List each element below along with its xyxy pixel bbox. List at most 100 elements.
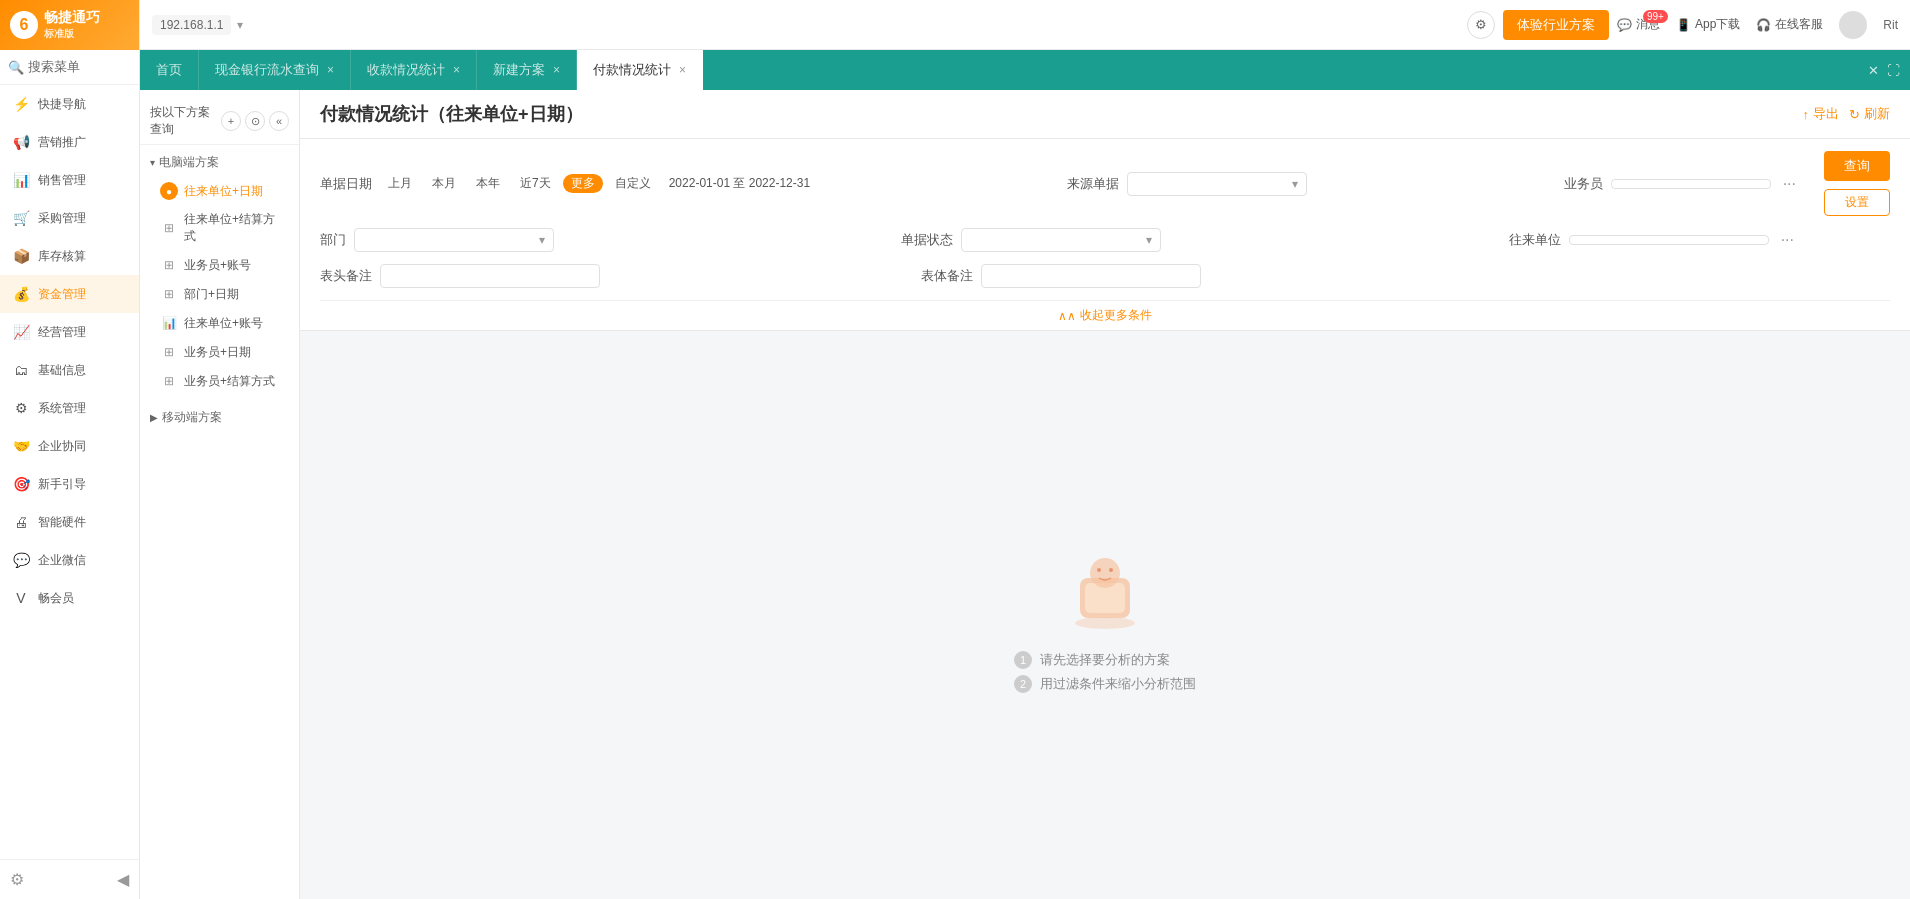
scheme-table-icon-1: ⊞ <box>160 219 178 237</box>
staff-select[interactable] <box>1611 179 1771 189</box>
tab-bank-flow[interactable]: 现金银行流水查询 × <box>199 50 351 90</box>
sidebar-label-quick-nav: 快捷导航 <box>38 96 86 113</box>
filter-collapse-btn[interactable]: ∧∧ 收起更多条件 <box>320 300 1890 330</box>
sidebar-item-hardware[interactable]: 🖨 智能硬件 <box>0 503 139 541</box>
sidebar-item-sales[interactable]: 📊 销售管理 <box>0 161 139 199</box>
date-this-month[interactable]: 本月 <box>424 173 464 194</box>
tab-new-scheme[interactable]: 新建方案 × <box>477 50 577 90</box>
refresh-btn[interactable]: ↻ 刷新 <box>1849 105 1890 123</box>
sidebar-label-hardware: 智能硬件 <box>38 514 86 531</box>
scheme-staff-date[interactable]: ⊞ 业务员+日期 <box>150 338 295 366</box>
date-7days[interactable]: 近7天 <box>512 173 559 194</box>
tab-bar: 首页 现金银行流水查询 × 收款情况统计 × 新建方案 × 付款情况统计 × ✕… <box>140 50 1910 90</box>
sidebar-item-inventory[interactable]: 📦 库存核算 <box>0 237 139 275</box>
panel-settings-btn[interactable]: ⊙ <box>245 111 265 131</box>
tab-new-scheme-close[interactable]: × <box>553 63 560 77</box>
scheme-staff-date-label: 业务员+日期 <box>184 344 251 361</box>
date-range-text: 2022-01-01 至 2022-12-31 <box>669 175 810 192</box>
sidebar-item-basic[interactable]: 🗂 基础信息 <box>0 351 139 389</box>
setting-button[interactable]: 设置 <box>1824 189 1890 216</box>
empty-tip-1: 1 请先选择要分析的方案 <box>1014 651 1196 669</box>
mobile-section-title[interactable]: ▶ 移动端方案 <box>140 404 299 431</box>
username-text: Rit <box>1883 18 1898 32</box>
search-menu[interactable]: 🔍 搜索菜单 <box>0 50 139 85</box>
partner-more-icon[interactable]: ··· <box>1781 231 1794 249</box>
sidebar-label-finance: 资金管理 <box>38 286 86 303</box>
doc-status-select[interactable]: ▾ <box>961 228 1161 252</box>
scheme-dept-date[interactable]: ⊞ 部门+日期 <box>150 280 295 308</box>
tab-home[interactable]: 首页 <box>140 50 199 90</box>
partner-select[interactable] <box>1569 235 1769 245</box>
sidebar-item-wechat[interactable]: 💬 企业微信 <box>0 541 139 579</box>
date-more[interactable]: 更多 <box>563 174 603 193</box>
scheme-table-icon-6: ⊞ <box>160 372 178 390</box>
purchase-icon: 🛒 <box>12 209 30 227</box>
export-btn[interactable]: ↑ 导出 <box>1803 105 1840 123</box>
sidebar-item-guide[interactable]: 🎯 新手引导 <box>0 465 139 503</box>
download-icon: 📱 <box>1676 18 1691 32</box>
doc-status-arrow: ▾ <box>1146 233 1152 247</box>
dept-select[interactable]: ▾ <box>354 228 554 252</box>
sidebar-label-member: 畅会员 <box>38 590 74 607</box>
panel-add-btn[interactable]: + <box>221 111 241 131</box>
sidebar-label-basic: 基础信息 <box>38 362 86 379</box>
message-badge: 99+ <box>1643 10 1668 23</box>
scheme-staff-settle-label: 业务员+结算方式 <box>184 373 275 390</box>
tip-text-2: 用过滤条件来缩小分析范围 <box>1040 675 1196 693</box>
sidebar-item-operation[interactable]: 📈 经营管理 <box>0 313 139 351</box>
sidebar-label-collab: 企业协同 <box>38 438 86 455</box>
message-btn[interactable]: 💬 消息 99+ <box>1617 16 1660 33</box>
source-doc-select[interactable]: ▾ <box>1127 172 1307 196</box>
sidebar-item-system[interactable]: ⚙ 系统管理 <box>0 389 139 427</box>
table-body-note-input[interactable] <box>981 264 1201 288</box>
scheme-partner-settle[interactable]: ⊞ 往来单位+结算方式 <box>150 206 295 250</box>
source-doc-label: 来源单据 <box>1067 175 1119 193</box>
page-actions: ↑ 导出 ↻ 刷新 <box>1803 105 1891 123</box>
online-service-btn[interactable]: 🎧 在线客服 <box>1756 16 1823 33</box>
sidebar-item-purchase[interactable]: 🛒 采购管理 <box>0 199 139 237</box>
tab-payment-stat[interactable]: 付款情况统计 × <box>577 50 703 90</box>
query-button[interactable]: 查询 <box>1824 151 1890 181</box>
date-custom[interactable]: 自定义 <box>607 173 659 194</box>
sidebar-item-marketing[interactable]: 📢 营销推广 <box>0 123 139 161</box>
footer-settings-icon[interactable]: ⚙ <box>10 870 24 889</box>
sidebar-item-quick-nav[interactable]: ⚡ 快捷导航 <box>0 85 139 123</box>
doc-status-label: 单据状态 <box>901 231 953 249</box>
tab-receipt-stat-close[interactable]: × <box>453 63 460 77</box>
desktop-section-title[interactable]: ▾ 电脑端方案 <box>140 149 299 176</box>
sidebar-item-finance[interactable]: 💰 资金管理 <box>0 275 139 313</box>
tab-receipt-stat-label: 收款情况统计 <box>367 61 445 79</box>
tab-bank-flow-close[interactable]: × <box>327 63 334 77</box>
scheme-staff-account[interactable]: ⊞ 业务员+账号 <box>150 251 295 279</box>
date-this-year[interactable]: 本年 <box>468 173 508 194</box>
staff-more-icon[interactable]: ··· <box>1783 175 1796 193</box>
tab-close-all-icon[interactable]: ✕ <box>1868 63 1879 78</box>
app-download-btn[interactable]: 📱 App下载 <box>1676 16 1740 33</box>
empty-tip-2: 2 用过滤条件来缩小分析范围 <box>1014 675 1196 693</box>
topbar-gear-btn[interactable]: ⚙ <box>1467 11 1495 39</box>
sidebar-label-operation: 经营管理 <box>38 324 86 341</box>
tab-payment-stat-close[interactable]: × <box>679 63 686 77</box>
app-sub: 标准版 <box>44 27 100 41</box>
date-last-month[interactable]: 上月 <box>380 173 420 194</box>
sales-icon: 📊 <box>12 171 30 189</box>
scheme-table-icon-3: ⊞ <box>160 285 178 303</box>
sidebar-item-member[interactable]: V 畅会员 <box>0 579 139 617</box>
panel-collapse-btn[interactable]: « <box>269 111 289 131</box>
user-avatar[interactable] <box>1839 11 1867 39</box>
filter-row-1: 单据日期 上月 本月 本年 近7天 更多 自定义 2022-01-01 至 20… <box>320 151 1890 216</box>
address-dropdown-icon[interactable]: ▾ <box>237 18 243 32</box>
trial-button[interactable]: 体验行业方案 <box>1503 10 1609 40</box>
scheme-partner-account[interactable]: 📊 往来单位+账号 <box>150 309 295 337</box>
tab-receipt-stat[interactable]: 收款情况统计 × <box>351 50 477 90</box>
scheme-staff-settle[interactable]: ⊞ 业务员+结算方式 <box>150 367 295 395</box>
online-service-label: 在线客服 <box>1775 16 1823 33</box>
scheme-partner-date[interactable]: ● 往来单位+日期 <box>150 177 295 205</box>
sidebar-item-collab[interactable]: 🤝 企业协同 <box>0 427 139 465</box>
table-header-note-input[interactable] <box>380 264 600 288</box>
message-icon: 💬 <box>1617 18 1632 32</box>
footer-collapse-icon[interactable]: ◀ <box>117 870 129 889</box>
topbar: 192.168.1.1 ▾ ⚙ 体验行业方案 💬 消息 99+ 📱 App下载 … <box>140 0 1910 50</box>
sidebar-label-inventory: 库存核算 <box>38 248 86 265</box>
tab-maximize-icon[interactable]: ⛶ <box>1887 63 1900 78</box>
